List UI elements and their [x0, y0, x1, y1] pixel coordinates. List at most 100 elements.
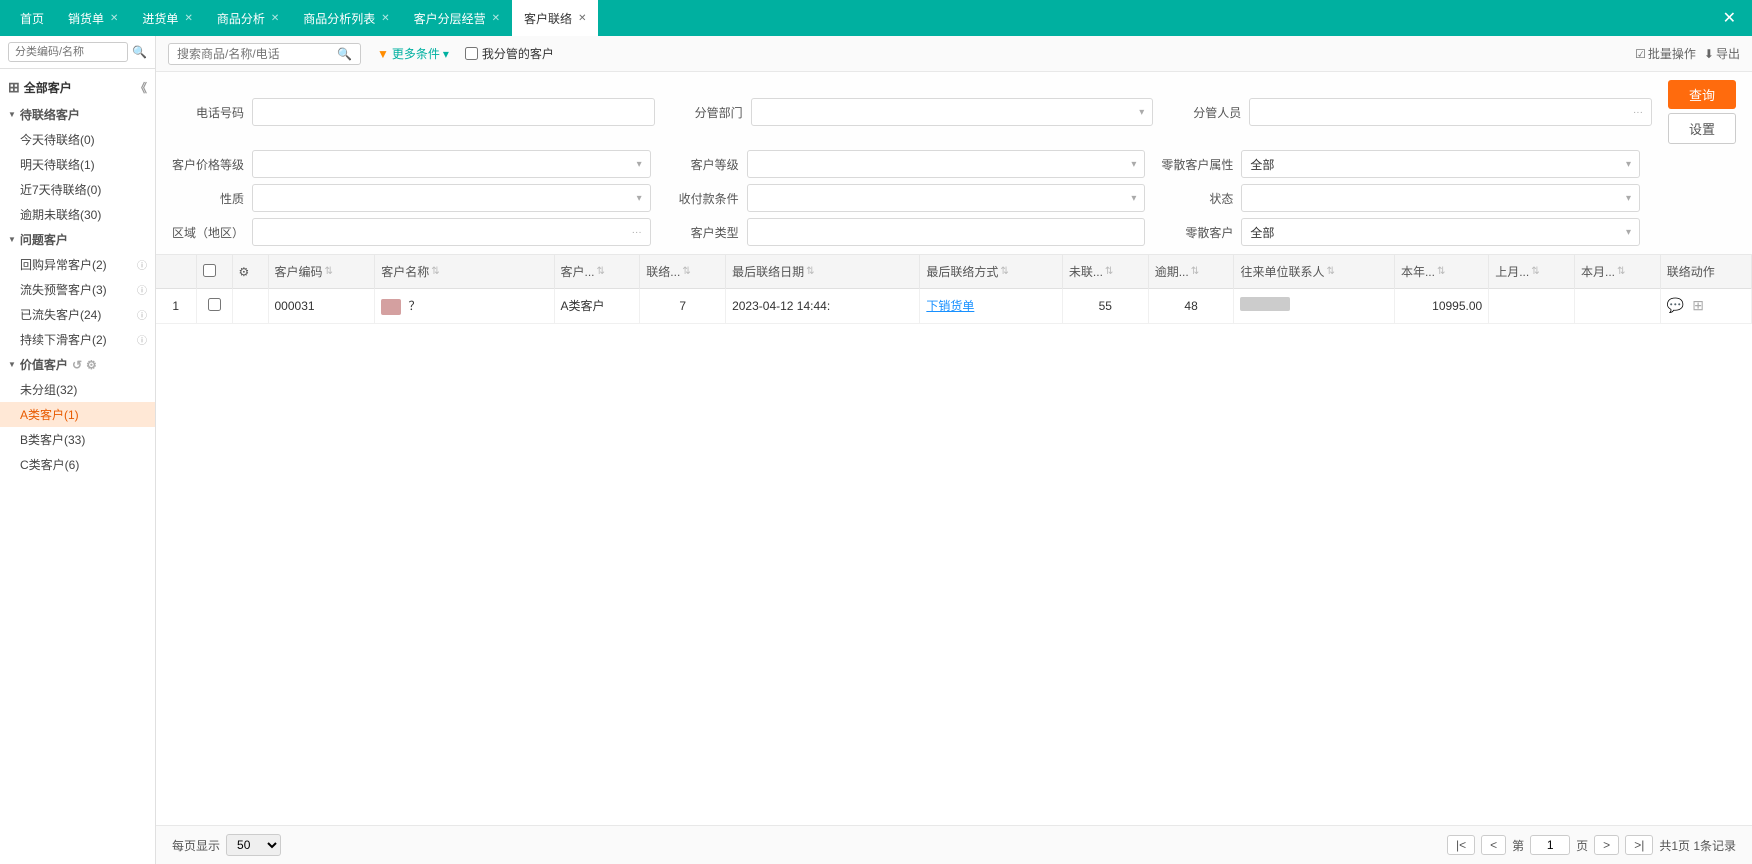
page-input[interactable] [1530, 835, 1570, 855]
first-page-btn[interactable]: |< [1447, 835, 1475, 855]
export-btn[interactable]: ⬇ 导出 [1704, 45, 1740, 62]
cell-lastmethod[interactable]: 下销货单 [920, 289, 1063, 324]
table-header-row: ⚙ 客户编码 ⇅ 客户名称 ⇅ [156, 255, 1752, 289]
col-overdue-header[interactable]: 逾期... ⇅ [1148, 255, 1234, 289]
col-contact-header[interactable]: 联络... ⇅ [640, 255, 726, 289]
filter-manager-select[interactable]: ··· [1249, 98, 1652, 126]
sidebar-all-customers[interactable]: ⊞ 全部客户 《 [0, 73, 155, 102]
col-uncontacted-header[interactable]: 未联... ⇅ [1062, 255, 1148, 289]
col-checkbox-header[interactable] [196, 255, 232, 289]
window-close[interactable]: ✕ [1715, 8, 1744, 28]
sidebar-item-a-class[interactable]: A类客户(1) [0, 402, 155, 427]
nav-tab-analysis[interactable]: 商品分析 ✕ [205, 0, 291, 36]
sidebar-item-c-class[interactable]: C类客户(6) [0, 452, 155, 477]
filter-nature-select[interactable]: ▾ [252, 184, 651, 212]
nav-tab-salesorder[interactable]: 销货单 ✕ [56, 0, 130, 36]
next-page-btn[interactable]: > [1594, 835, 1619, 855]
payment-chevron: ▾ [1131, 193, 1136, 204]
col-index [156, 255, 196, 289]
contact-icon[interactable]: 💬 [1667, 297, 1684, 314]
sidebar-item-ungroup[interactable]: 未分组(32) [0, 377, 155, 402]
search-icon[interactable]: 🔍 [337, 47, 352, 61]
filter-cust-level-select[interactable]: ▾ [747, 150, 1146, 178]
filter-more-btn[interactable]: ▼ 更多条件 ▾ [369, 42, 457, 65]
filter-phone-input[interactable] [252, 98, 655, 126]
close-tab-analysis-list[interactable]: ✕ [381, 13, 389, 24]
cell-thismonth [1574, 289, 1660, 324]
col-lastmethod-header[interactable]: 最后联络方式 ⇅ [920, 255, 1063, 289]
col-unitcontact-header[interactable]: 往来单位联系人 ⇅ [1234, 255, 1395, 289]
sidebar-group-pending[interactable]: ▼ 待联络客户 [0, 102, 155, 127]
row-actions: 💬 ⊞ [1667, 297, 1745, 314]
nav-tab-purchase[interactable]: 进货单 ✕ [130, 0, 204, 36]
filter-manager-label: 分管人员 [1169, 104, 1249, 121]
sidebar-group-problems[interactable]: ▼ 问题客户 [0, 227, 155, 252]
close-tab-salesorder[interactable]: ✕ [110, 13, 118, 24]
last-page-btn[interactable]: >| [1625, 835, 1653, 855]
query-btn[interactable]: 查询 [1668, 80, 1736, 109]
triangle-icon: ▼ [8, 110, 16, 119]
filter-cust-type-input[interactable] [747, 218, 1146, 246]
col-lastmonth-header[interactable]: 上月... ⇅ [1489, 255, 1575, 289]
nav-tab-customer-contact[interactable]: 客户联络 ✕ [512, 0, 598, 36]
refresh-icon[interactable]: ↺ [72, 358, 82, 372]
sidebar-item-declining[interactable]: 持续下滑客户(2) ⓘ [0, 327, 155, 352]
manager-dots: ··· [1633, 107, 1643, 118]
filter-nature: 性质 ▾ [172, 184, 651, 212]
triangle-icon3: ▼ [8, 360, 16, 369]
nav-tab-analysis-list[interactable]: 商品分析列表 ✕ [291, 0, 401, 36]
filter-icon: ▼ [377, 47, 389, 61]
prev-page-btn[interactable]: < [1481, 835, 1506, 855]
settings-btn[interactable]: 设置 [1668, 113, 1736, 144]
sidebar-item-overdue[interactable]: 逾期未联络(30) [0, 202, 155, 227]
col-settings-header[interactable]: ⚙ [232, 255, 268, 289]
close-tab-analysis[interactable]: ✕ [271, 13, 279, 24]
filter-retail-cust-label: 零散客户 [1161, 224, 1241, 241]
my-customers-checkbox-label[interactable]: 我分管的客户 [465, 45, 554, 62]
sidebar-item-churn-warning[interactable]: 流失预警客户(3) ⓘ [0, 277, 155, 302]
filter-status-select[interactable]: ▾ [1241, 184, 1640, 212]
col-name-header[interactable]: 客户名称 ⇅ [375, 255, 554, 289]
cell-thisyear: 10995.00 [1394, 289, 1488, 324]
filter-payment-select[interactable]: ▾ [747, 184, 1146, 212]
per-page-select[interactable]: 50 100 200 [226, 834, 281, 856]
close-tab-customer-contact[interactable]: ✕ [578, 13, 586, 24]
sidebar-search-icon[interactable]: 🔍 [132, 45, 147, 59]
settings-icon-value[interactable]: ⚙ [86, 358, 97, 372]
sidebar-search-container: 🔍 [0, 36, 155, 69]
close-tab-customer-mgmt[interactable]: ✕ [492, 13, 500, 24]
nav-home[interactable]: 首页 [8, 10, 56, 27]
sidebar-item-tomorrow[interactable]: 明天待联络(1) [0, 152, 155, 177]
batch-ops-btn[interactable]: ☑ 批量操作 [1635, 45, 1696, 62]
col-type-header[interactable]: 客户... ⇅ [554, 255, 640, 289]
filter-price-select[interactable]: ▾ [252, 150, 651, 178]
col-thismonth-header[interactable]: 本月... ⇅ [1574, 255, 1660, 289]
filter-retail-cust-select[interactable]: 全部 ▾ [1241, 218, 1640, 246]
close-tab-purchase[interactable]: ✕ [184, 13, 192, 24]
search-input[interactable] [177, 47, 337, 61]
content-area: 🔍 ▼ 更多条件 ▾ 我分管的客户 ☑ 批量操作 ⬇ 导出 [156, 36, 1752, 864]
select-all-checkbox[interactable] [203, 264, 216, 277]
cell-setting [232, 289, 268, 324]
triangle-icon2: ▼ [8, 235, 16, 244]
table-settings-icon[interactable]: ⚙ [239, 265, 250, 279]
sidebar-item-b-class[interactable]: B类客户(33) [0, 427, 155, 452]
sidebar-group-value[interactable]: ▼ 价值客户 ↺ ⚙ [0, 352, 155, 377]
more-icon[interactable]: ⊞ [1692, 297, 1704, 314]
sidebar-item-today[interactable]: 今天待联络(0) [0, 127, 155, 152]
cell-checkbox[interactable] [196, 289, 232, 324]
nav-tab-customer-mgmt[interactable]: 客户分层经营 ✕ [402, 0, 512, 36]
row-checkbox[interactable] [208, 298, 221, 311]
col-lastdate-header[interactable]: 最后联络日期 ⇅ [726, 255, 920, 289]
sidebar-item-churned[interactable]: 已流失客户(24) ⓘ [0, 302, 155, 327]
retail-cust-chevron: ▾ [1626, 227, 1631, 238]
col-code-header[interactable]: 客户编码 ⇅ [268, 255, 375, 289]
filter-region-select[interactable]: ··· [252, 218, 651, 246]
sidebar-search-input[interactable] [8, 42, 128, 62]
sidebar-item-7days[interactable]: 近7天待联络(0) [0, 177, 155, 202]
col-thisyear-header[interactable]: 本年... ⇅ [1394, 255, 1488, 289]
sidebar-item-rebuy-abnormal[interactable]: 回购异常客户(2) ⓘ [0, 252, 155, 277]
filter-dept-select[interactable]: ▾ [751, 98, 1154, 126]
my-customers-checkbox[interactable] [465, 47, 478, 60]
filter-retail-attr-select[interactable]: 全部 ▾ [1241, 150, 1640, 178]
